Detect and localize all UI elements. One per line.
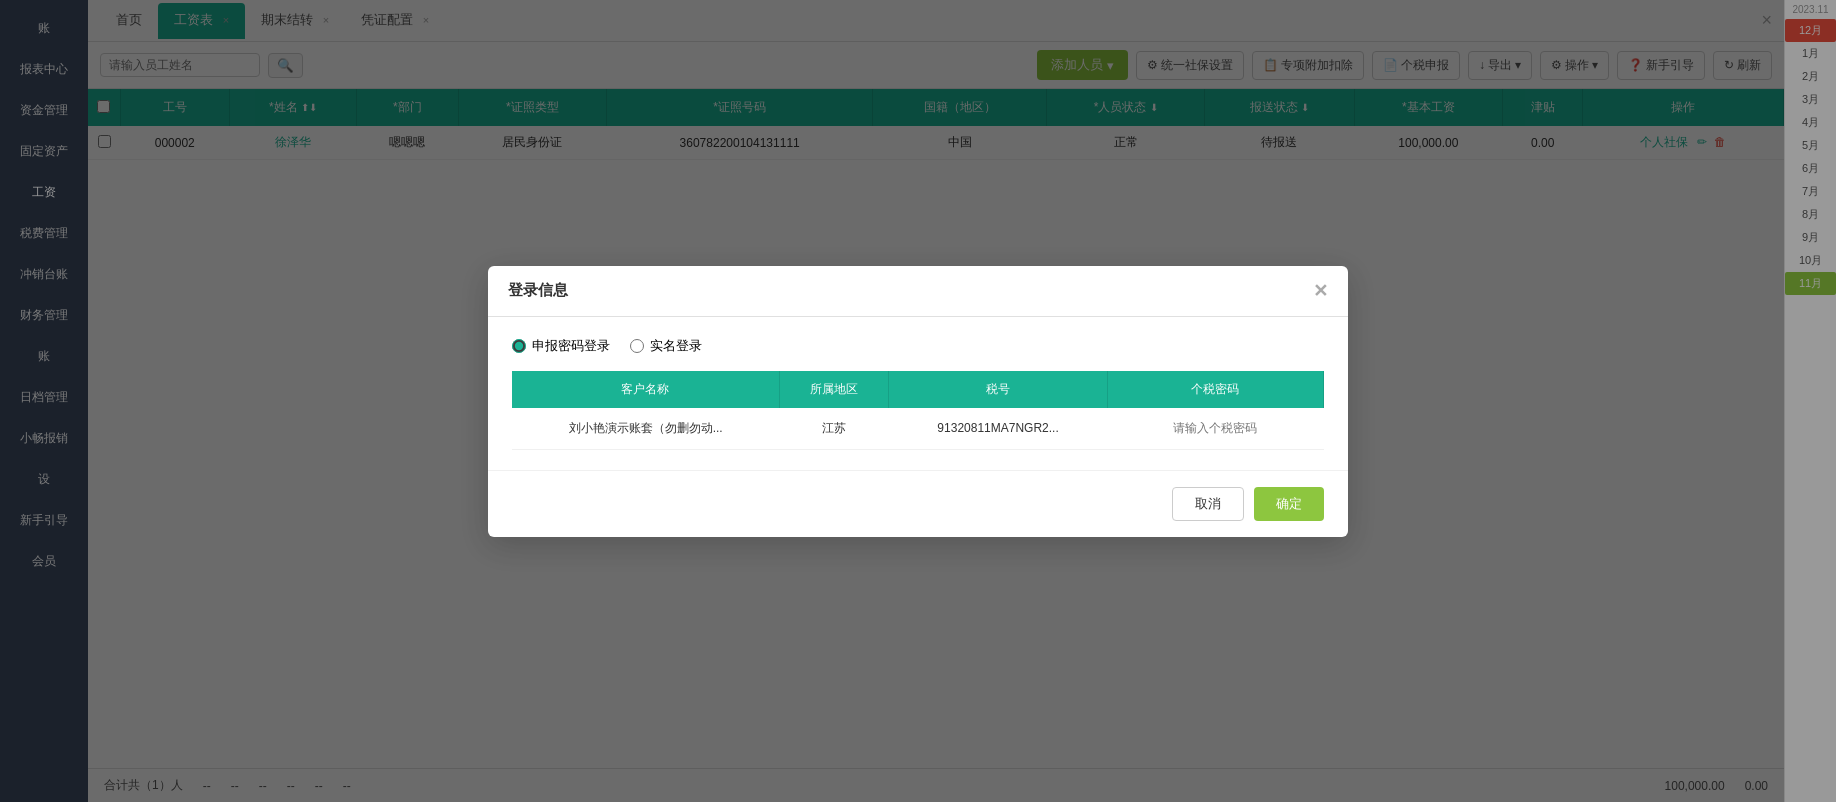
- col-tax-password: 个税密码: [1107, 371, 1323, 408]
- tax-password-input[interactable]: [1155, 421, 1275, 435]
- modal-header: 登录信息 ✕: [488, 266, 1348, 317]
- col-customer-name: 客户名称: [512, 371, 779, 408]
- radio-password-input[interactable]: [512, 339, 526, 353]
- customer-table: 客户名称 所属地区 税号 个税密码 刘小艳演示账套（勿删勿动... 江苏 913…: [512, 371, 1324, 450]
- modal-footer: 取消 确定: [488, 470, 1348, 537]
- customer-region-cell: 江苏: [779, 408, 889, 450]
- customer-password-cell: [1107, 408, 1323, 450]
- customer-tax-id-cell: 91320811MA7NGR2...: [889, 408, 1107, 450]
- col-tax-id: 税号: [889, 371, 1107, 408]
- customer-row: 刘小艳演示账套（勿删勿动... 江苏 91320811MA7NGR2...: [512, 408, 1324, 450]
- modal-close-button[interactable]: ✕: [1313, 280, 1328, 302]
- modal-body: 申报密码登录 实名登录 客户名称 所属地区 税号 个税密码: [488, 317, 1348, 470]
- radio-password-login[interactable]: 申报密码登录: [512, 337, 610, 355]
- radio-realname-input[interactable]: [630, 339, 644, 353]
- modal-overlay: 登录信息 ✕ 申报密码登录 实名登录 客户名称 所属地区: [0, 0, 1836, 802]
- customer-name-cell: 刘小艳演示账套（勿删勿动...: [512, 408, 779, 450]
- col-region: 所属地区: [779, 371, 889, 408]
- radio-realname-login[interactable]: 实名登录: [630, 337, 702, 355]
- modal-title: 登录信息: [508, 281, 568, 300]
- confirm-button[interactable]: 确定: [1254, 487, 1324, 521]
- login-info-modal: 登录信息 ✕ 申报密码登录 实名登录 客户名称 所属地区: [488, 266, 1348, 537]
- cancel-button[interactable]: 取消: [1172, 487, 1244, 521]
- login-type-radio-group: 申报密码登录 实名登录: [512, 337, 1324, 355]
